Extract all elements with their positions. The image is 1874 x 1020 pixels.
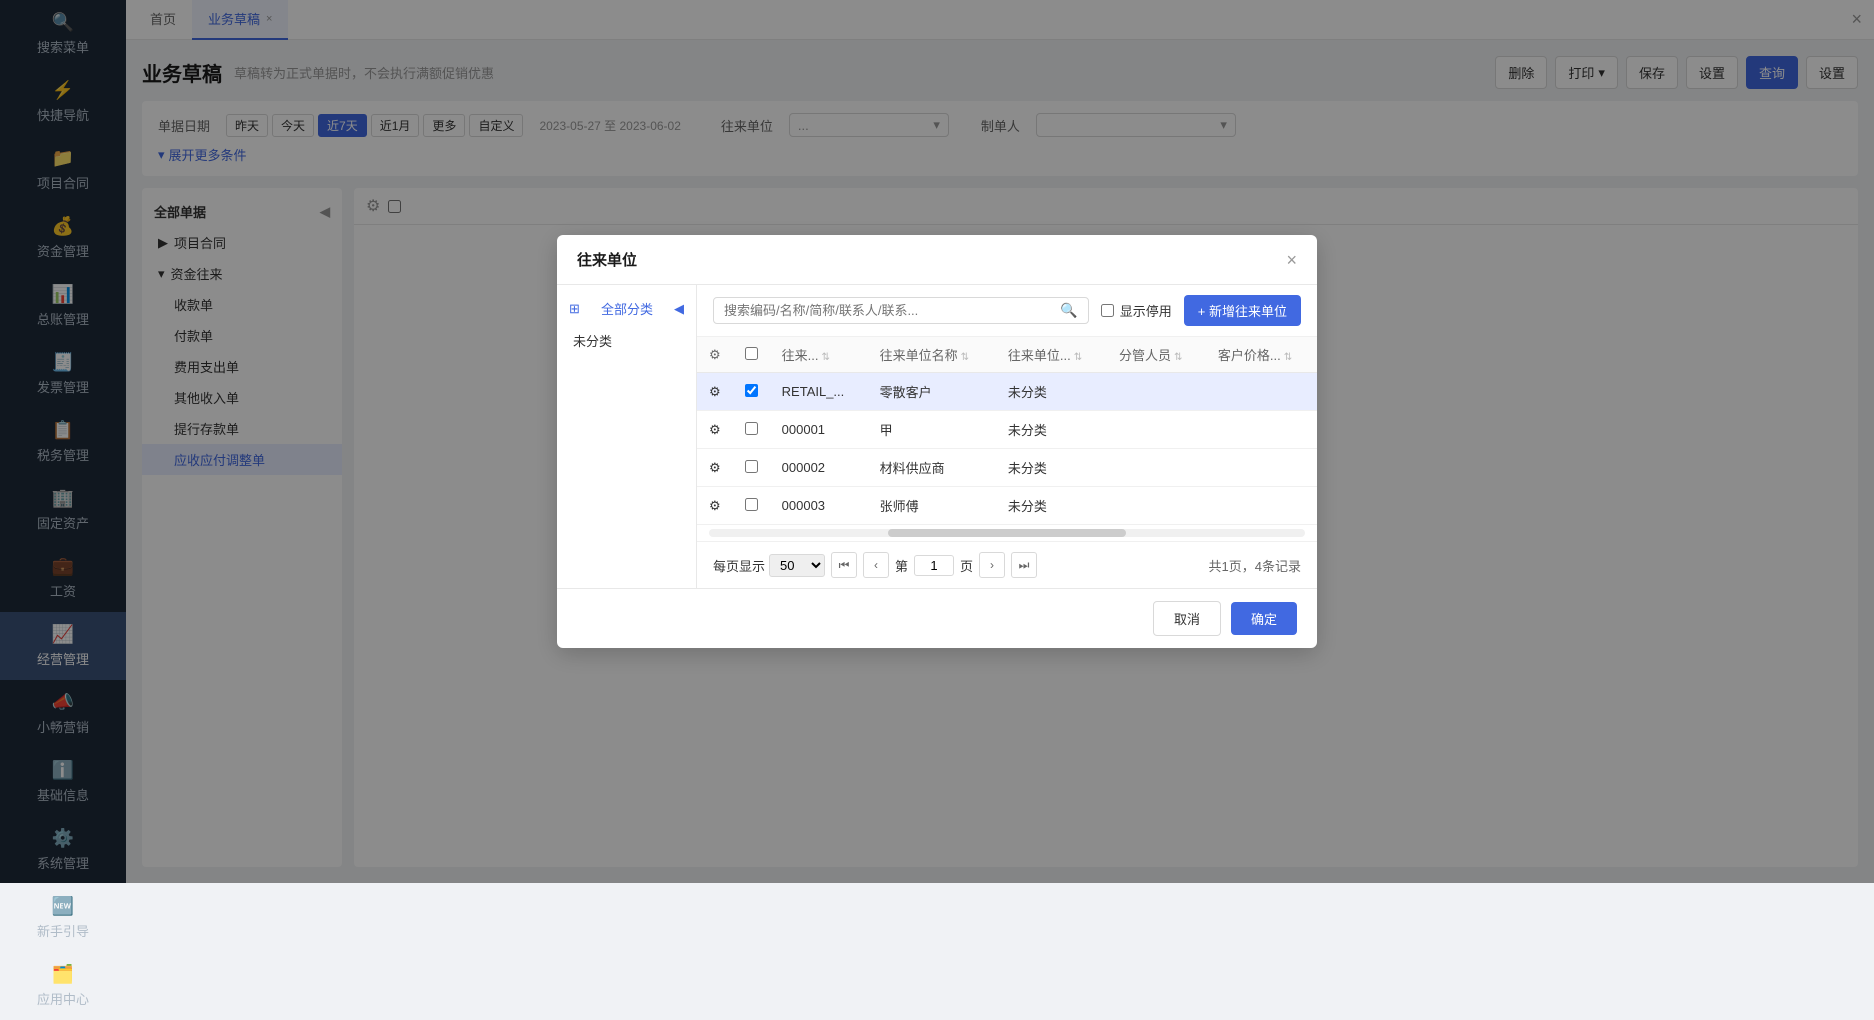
row-gear[interactable]: ⚙: [697, 487, 733, 525]
show-disabled-checkbox[interactable]: [1101, 304, 1114, 317]
row-checkbox[interactable]: [733, 487, 770, 525]
confirm-button[interactable]: 确定: [1231, 602, 1297, 635]
th-code: 往来...⇅: [770, 337, 868, 373]
row-manager-2: [1107, 411, 1206, 449]
last-page-btn[interactable]: ⏭: [1011, 552, 1037, 578]
table-row[interactable]: ⚙ 000001 甲 未分类: [697, 411, 1317, 449]
row-category-2: 未分类: [996, 411, 1107, 449]
sidebar-item-label: 应用中心: [37, 989, 89, 1008]
page-number-input[interactable]: [914, 555, 954, 576]
modal-pagination: 每页显示 50 100 200 ⏮ ‹ 第 页 › ⏭ 共1页，4条记录: [697, 541, 1317, 588]
show-disabled-label: 显示停用: [1101, 301, 1172, 320]
category-icon: ⊞: [569, 301, 580, 317]
row-gear[interactable]: ⚙: [697, 411, 733, 449]
left-panel-collapse-icon[interactable]: ◀: [674, 301, 684, 317]
modal-partner-table: ⚙ 往来...⇅ 往来单位名称⇅ 往来单位...⇅ 分管人员⇅ 客户价格...⇅: [697, 337, 1317, 525]
row-name-3: 材料供应商: [868, 449, 996, 487]
th-price: 客户价格...⇅: [1206, 337, 1317, 373]
modal-body: ⊞ 全部分类 ◀ 未分类 🔍 显示停用: [557, 285, 1317, 588]
row-checkbox[interactable]: [733, 373, 770, 411]
modal-overlay[interactable]: 往来单位 × ⊞ 全部分类 ◀ 未分类 🔍: [0, 0, 1874, 883]
th-manager: 分管人员⇅: [1107, 337, 1206, 373]
modal-title: 往来单位: [577, 249, 637, 270]
modal-close-button[interactable]: ×: [1286, 251, 1297, 269]
sidebar-item-label: 新手引导: [37, 921, 89, 940]
row-category-1: 未分类: [996, 373, 1107, 411]
row-price-3: [1206, 449, 1317, 487]
modal-scrollbar-thumb[interactable]: [888, 529, 1126, 537]
table-row[interactable]: ⚙ 000003 张师傅 未分类: [697, 487, 1317, 525]
search-icon: 🔍: [1060, 302, 1077, 319]
modal-left-title: 全部分类: [601, 299, 653, 318]
partner-modal: 往来单位 × ⊞ 全部分类 ◀ 未分类 🔍: [557, 235, 1317, 648]
row-manager-4: [1107, 487, 1206, 525]
row-manager-1: [1107, 373, 1206, 411]
row-manager-3: [1107, 449, 1206, 487]
partner-search-input[interactable]: [724, 303, 1054, 318]
sidebar-item-guide[interactable]: 🆕 新手引导: [0, 884, 126, 952]
row-category-4: 未分类: [996, 487, 1107, 525]
row-code-3: 000002: [770, 449, 868, 487]
per-page-label: 每页显示: [713, 556, 765, 575]
modal-header: 往来单位 ×: [557, 235, 1317, 285]
modal-footer: 取消 确定: [557, 588, 1317, 648]
cancel-button[interactable]: 取消: [1153, 601, 1221, 636]
app-center-icon: 🗂️: [52, 964, 74, 985]
row-code-4: 000003: [770, 487, 868, 525]
modal-category-unclassified[interactable]: 未分类: [557, 324, 696, 357]
modal-left-panel: ⊞ 全部分类 ◀ 未分类: [557, 285, 697, 588]
row-price-4: [1206, 487, 1317, 525]
prev-page-btn[interactable]: ‹: [863, 552, 889, 578]
th-name: 往来单位名称⇅: [868, 337, 996, 373]
row-select-3[interactable]: [745, 460, 758, 473]
row-select-2[interactable]: [745, 422, 758, 435]
row-checkbox[interactable]: [733, 449, 770, 487]
th-gear[interactable]: ⚙: [697, 337, 733, 373]
page-prefix-label: 第: [895, 556, 908, 575]
table-row[interactable]: ⚙ 000002 材料供应商 未分类: [697, 449, 1317, 487]
row-name-2: 甲: [868, 411, 996, 449]
th-category: 往来单位...⇅: [996, 337, 1107, 373]
search-wrapper: 🔍: [713, 297, 1089, 324]
row-select-1[interactable]: [745, 384, 758, 397]
page-suffix-label: 页: [960, 556, 973, 575]
next-page-btn[interactable]: ›: [979, 552, 1005, 578]
row-category-3: 未分类: [996, 449, 1107, 487]
per-page-dropdown[interactable]: 50 100 200: [769, 554, 825, 577]
th-checkbox[interactable]: [733, 337, 770, 373]
add-partner-button[interactable]: + 新增往来单位: [1184, 295, 1301, 326]
modal-select-all[interactable]: [745, 347, 758, 360]
row-price-2: [1206, 411, 1317, 449]
row-gear[interactable]: ⚙: [697, 373, 733, 411]
page-total: 共1页，4条记录: [1209, 556, 1301, 575]
show-disabled-text: 显示停用: [1120, 301, 1172, 320]
page-size-select: 每页显示 50 100 200: [713, 554, 825, 577]
modal-left-header: ⊞ 全部分类 ◀: [557, 293, 696, 324]
sidebar-item-app-center[interactable]: 🗂️ 应用中心: [0, 952, 126, 1020]
table-row[interactable]: ⚙ RETAIL_... 零散客户 未分类: [697, 373, 1317, 411]
row-code-1: RETAIL_...: [770, 373, 868, 411]
row-name-4: 张师傅: [868, 487, 996, 525]
row-select-4[interactable]: [745, 498, 758, 511]
row-checkbox[interactable]: [733, 411, 770, 449]
row-price-1: [1206, 373, 1317, 411]
row-code-2: 000001: [770, 411, 868, 449]
modal-category-label: 未分类: [573, 334, 612, 349]
row-gear[interactable]: ⚙: [697, 449, 733, 487]
modal-table-wrap: ⚙ 往来...⇅ 往来单位名称⇅ 往来单位...⇅ 分管人员⇅ 客户价格...⇅: [697, 337, 1317, 525]
modal-search-bar: 🔍 显示停用 + 新增往来单位: [697, 285, 1317, 337]
modal-scrollbar-track[interactable]: [709, 529, 1305, 537]
first-page-btn[interactable]: ⏮: [831, 552, 857, 578]
guide-icon: 🆕: [52, 896, 74, 917]
row-name-1: 零散客户: [868, 373, 996, 411]
modal-table-header-row: ⚙ 往来...⇅ 往来单位名称⇅ 往来单位...⇅ 分管人员⇅ 客户价格...⇅: [697, 337, 1317, 373]
modal-right-panel: 🔍 显示停用 + 新增往来单位 ⚙ 往来...⇅: [697, 285, 1317, 588]
